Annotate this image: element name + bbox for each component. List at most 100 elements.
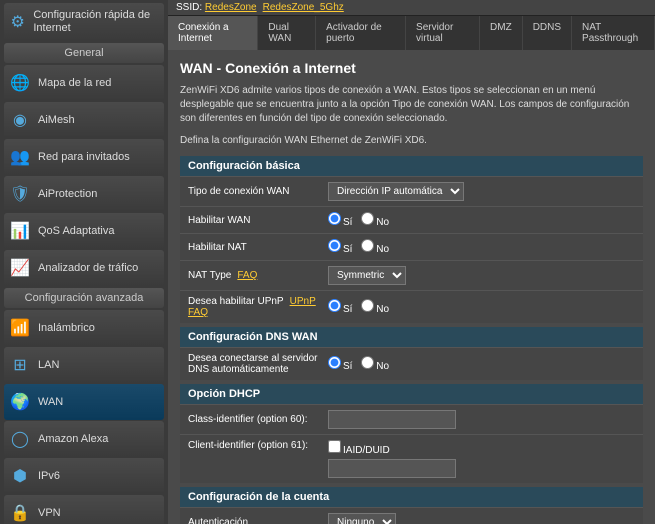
page-title: WAN - Conexión a Internet	[180, 60, 643, 76]
group-account: Configuración de la cuenta	[180, 487, 643, 507]
select-nat-type[interactable]: Symmetric	[328, 266, 406, 285]
label-enable-wan: Habilitar WAN	[188, 215, 328, 226]
label-auth: Autenticación	[188, 517, 328, 524]
tab-bar: Conexión a InternetDual WANActivador de …	[168, 16, 655, 50]
radio-dns-no[interactable]	[361, 356, 374, 369]
sidebar-item-gen-3[interactable]: 🛡 AiProtection	[4, 176, 164, 212]
nav-icon: ⬢	[8, 464, 32, 488]
sidebar-item-adv-3[interactable]: ◯ Amazon Alexa	[4, 421, 164, 457]
radio-enable-wan-yes[interactable]	[328, 212, 341, 225]
sidebar-item-label: Amazon Alexa	[38, 433, 108, 446]
tab-3[interactable]: Servidor virtual	[406, 16, 480, 50]
radio-label: No	[376, 217, 389, 228]
sidebar-item-label: LAN	[38, 359, 59, 372]
nav-icon: 🛡	[8, 182, 32, 206]
nav-icon: 👥	[8, 145, 32, 169]
radio-enable-nat-yes[interactable]	[328, 239, 341, 252]
radio-upnp-no[interactable]	[361, 299, 374, 312]
nav-icon: 📈	[8, 256, 32, 280]
group-dhcp: Opción DHCP	[180, 384, 643, 404]
ssid-bar: SSID: RedesZone RedesZone_5Ghz	[168, 0, 655, 16]
sidebar-item-adv-5[interactable]: 🔒VPN	[4, 495, 164, 524]
row-nat-type: NAT TypeFAQ Symmetric	[180, 260, 643, 290]
page-description: ZenWiFi XD6 admite varios tipos de conex…	[180, 84, 643, 126]
tab-5[interactable]: DDNS	[523, 16, 572, 50]
input-client-id[interactable]	[328, 459, 456, 478]
content-area: WAN - Conexión a Internet ZenWiFi XD6 ad…	[168, 50, 655, 524]
radio-label: No	[376, 361, 389, 372]
nav-icon: 📶	[8, 316, 32, 340]
sidebar-item-adv-0[interactable]: 📶 Inalámbrico	[4, 310, 164, 346]
radio-dns-yes[interactable]	[328, 356, 341, 369]
page-description-2: Defina la configuración WAN Ethernet de …	[180, 134, 643, 148]
sidebar-item-label: Analizador de tráfico	[38, 262, 138, 275]
sidebar-item-gen-0[interactable]: 🌐Mapa de la red	[4, 65, 164, 101]
row-wan-type: Tipo de conexión WAN Dirección IP automá…	[180, 176, 643, 206]
sidebar-item-gen-5[interactable]: 📈 Analizador de tráfico	[4, 250, 164, 286]
sidebar: ⚙ Configuración rápida de Internet Gener…	[0, 0, 168, 524]
ssid-label: SSID:	[176, 2, 202, 13]
select-wan-type[interactable]: Dirección IP automática	[328, 182, 464, 201]
nav-icon: ◯	[8, 427, 32, 451]
label-nat-type: NAT TypeFAQ	[188, 270, 328, 281]
sidebar-item-label: Configuración rápida de Internet	[33, 9, 160, 35]
sidebar-item-label: AiMesh	[38, 114, 75, 127]
radio-enable-wan-no[interactable]	[361, 212, 374, 225]
row-client-id: Client-identifier (option 61): IAID/DUID	[180, 434, 643, 483]
label-upnp: Desea habilitar UPnPUPnP FAQ	[188, 296, 328, 318]
sidebar-item-gen-2[interactable]: 👥 Red para invitados	[4, 139, 164, 175]
nav-icon: ◉	[8, 108, 32, 132]
select-auth[interactable]: Ninguno	[328, 513, 396, 524]
radio-label: No	[376, 244, 389, 255]
sidebar-item-adv-2[interactable]: 🌍 WAN	[4, 384, 164, 420]
tab-2[interactable]: Activador de puerto	[316, 16, 406, 50]
checkbox-label: IAID/DUID	[343, 445, 390, 456]
nav-icon: 📊	[8, 219, 32, 243]
sidebar-item-label: Red para invitados	[38, 151, 130, 164]
label-client-id: Client-identifier (option 61):	[188, 440, 328, 451]
sidebar-item-label: IPv6	[38, 470, 60, 483]
faq-link[interactable]: FAQ	[237, 270, 257, 281]
row-auth: Autenticación Ninguno	[180, 507, 643, 524]
tab-6[interactable]: NAT Passthrough	[572, 16, 655, 50]
sidebar-section-advanced: Configuración avanzada	[4, 288, 164, 308]
ssid-link[interactable]: RedesZone_5Ghz	[263, 2, 344, 13]
sidebar-item-label: QoS Adaptativa	[38, 225, 114, 238]
radio-label: Sí	[343, 244, 352, 255]
row-class-id: Class-identifier (option 60):	[180, 404, 643, 434]
sidebar-item-label: WAN	[38, 396, 63, 409]
sidebar-item-gen-1[interactable]: ◉ AiMesh	[4, 102, 164, 138]
main-panel: SSID: RedesZone RedesZone_5Ghz Conexión a…	[168, 0, 655, 524]
row-upnp: Desea habilitar UPnPUPnP FAQ Sí No	[180, 290, 643, 323]
tab-0[interactable]: Conexión a Internet	[168, 16, 258, 50]
radio-label: Sí	[343, 361, 352, 372]
sidebar-item-adv-1[interactable]: ⊞ LAN	[4, 347, 164, 383]
checkbox-iaid[interactable]	[328, 440, 341, 453]
tab-4[interactable]: DMZ	[480, 16, 523, 50]
radio-enable-nat-no[interactable]	[361, 239, 374, 252]
input-class-id[interactable]	[328, 410, 456, 429]
sidebar-item-adv-4[interactable]: ⬢ IPv6	[4, 458, 164, 494]
sidebar-item-label: Inalámbrico	[38, 322, 95, 335]
radio-label: No	[376, 304, 389, 315]
group-basic: Configuración básica	[180, 156, 643, 176]
nav-icon: ⊞	[8, 353, 32, 377]
sidebar-item-quick-setup[interactable]: ⚙ Configuración rápida de Internet	[4, 3, 164, 41]
row-enable-wan: Habilitar WAN Sí No	[180, 206, 643, 233]
sidebar-item-gen-4[interactable]: 📊 QoS Adaptativa	[4, 213, 164, 249]
label-wan-type: Tipo de conexión WAN	[188, 186, 328, 197]
radio-upnp-yes[interactable]	[328, 299, 341, 312]
gear-icon: ⚙	[8, 10, 27, 34]
label-enable-nat: Habilitar NAT	[188, 242, 328, 253]
sidebar-item-label: AiProtection	[38, 188, 97, 201]
ssid-link[interactable]: RedesZone	[205, 2, 257, 13]
radio-label: Sí	[343, 304, 352, 315]
tab-1[interactable]: Dual WAN	[258, 16, 316, 50]
row-dns-auto: Desea conectarse al servidor DNS automát…	[180, 347, 643, 380]
row-enable-nat: Habilitar NAT Sí No	[180, 233, 643, 260]
sidebar-section-general: General	[4, 43, 164, 63]
radio-label: Sí	[343, 217, 352, 228]
label-dns-auto: Desea conectarse al servidor DNS automát…	[188, 353, 328, 375]
nav-icon: 🌍	[8, 390, 32, 414]
nav-icon: 🔒	[8, 501, 32, 524]
